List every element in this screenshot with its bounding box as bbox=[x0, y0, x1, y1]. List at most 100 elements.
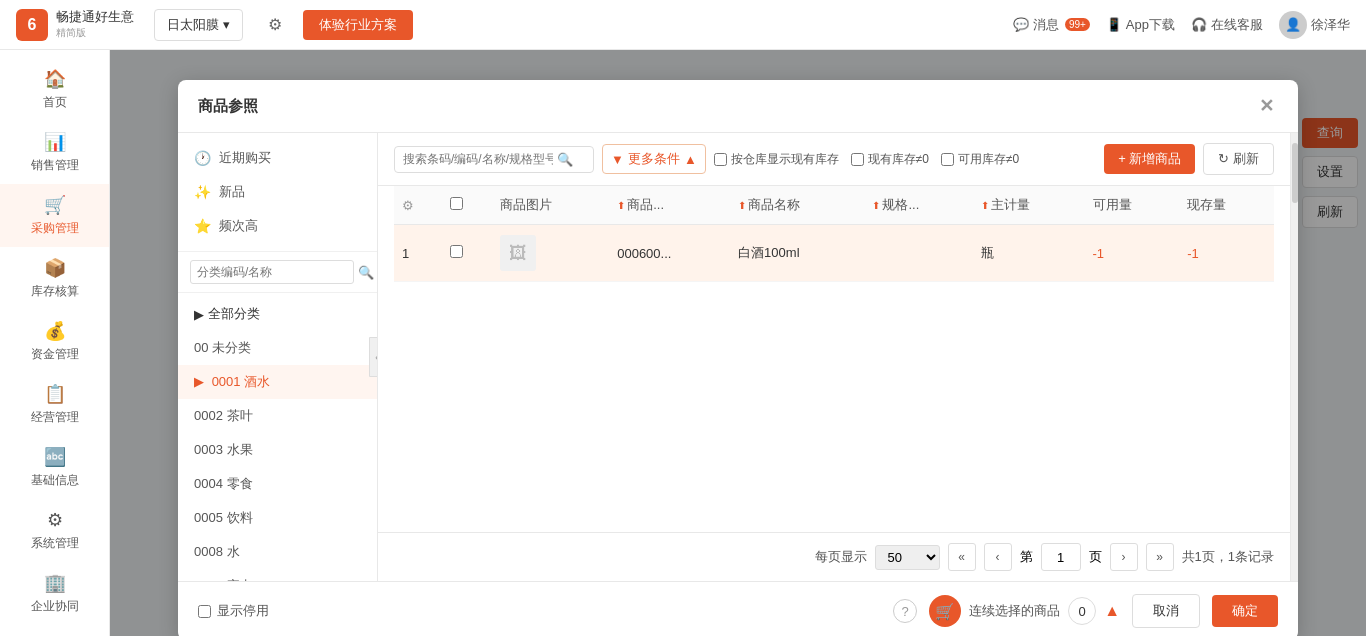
cell-name: 白酒100ml bbox=[730, 225, 864, 282]
left-panel: 🕐 近期购买 ✨ 新品 ⭐ 频次高 bbox=[178, 133, 378, 581]
nav-right: 💬 消息 99+ 📱 App下载 🎧 在线客服 👤 徐泽华 bbox=[1013, 11, 1350, 39]
top-nav: 6 畅捷通好生意 精简版 日太阳膜 ▾ ⚙ 体验行业方案 💬 消息 99+ 📱 … bbox=[0, 0, 1366, 50]
page-last-button[interactable]: » bbox=[1146, 543, 1174, 571]
per-page-select[interactable]: 50 bbox=[875, 545, 940, 570]
modal-close-button[interactable]: ✕ bbox=[1254, 94, 1278, 118]
category-fruit[interactable]: 0003 水果 bbox=[178, 433, 377, 467]
cell-image: 🖼 bbox=[492, 225, 609, 282]
category-appliance[interactable]: 0010 家电 bbox=[178, 569, 377, 581]
sidebar: 🏠 首页 📊 销售管理 🛒 采购管理 📦 库存核算 💰 资金管理 📋 经营管理 … bbox=[0, 50, 110, 636]
sidebar-label-enterprise: 企业协同 bbox=[31, 598, 79, 615]
sidebar-item-enterprise[interactable]: 🏢 企业协同 bbox=[0, 562, 109, 625]
sidebar-item-system[interactable]: ⚙ 系统管理 bbox=[0, 499, 109, 562]
sidebar-label-inventory: 库存核算 bbox=[31, 283, 79, 300]
display-disabled-checkbox[interactable] bbox=[198, 605, 211, 618]
avatar-icon: 👤 bbox=[1279, 11, 1307, 39]
col-check bbox=[442, 186, 492, 225]
modal-overlay: 商品参照 ✕ 🕐 近期购买 ✨ 新 bbox=[110, 50, 1366, 636]
product-search-input[interactable] bbox=[403, 152, 553, 166]
system-icon: ⚙ bbox=[47, 509, 63, 531]
sidebar-label-basic: 基础信息 bbox=[31, 472, 79, 489]
quick-recent[interactable]: 🕐 近期购买 bbox=[178, 141, 377, 175]
checkbox-warehouse[interactable]: 按仓库显示现有库存 bbox=[714, 151, 839, 168]
category-search-input[interactable] bbox=[190, 260, 354, 284]
sales-icon: 📊 bbox=[44, 131, 66, 153]
col-code[interactable]: ⬆ 商品... bbox=[609, 186, 730, 225]
sidebar-item-basic[interactable]: 🔤 基础信息 bbox=[0, 436, 109, 499]
enterprise-icon: 🏢 bbox=[44, 572, 66, 594]
modal-body: 🕐 近期购买 ✨ 新品 ⭐ 频次高 bbox=[178, 133, 1298, 581]
modal-footer: 显示停用 ? 🛒 连续选择的商品 0 ▲ 取消 确定 bbox=[178, 581, 1298, 636]
cart-collapse-icon[interactable]: ▲ bbox=[1104, 602, 1120, 620]
inventory-icon: 📦 bbox=[44, 257, 66, 279]
user-avatar[interactable]: 👤 徐泽华 bbox=[1279, 11, 1350, 39]
headset-icon: 🎧 bbox=[1191, 17, 1207, 32]
nav-selector[interactable]: 日太阳膜 ▾ bbox=[154, 9, 243, 41]
category-water[interactable]: 0008 水 bbox=[178, 535, 377, 569]
sort-unit-icon: ⬆ bbox=[981, 200, 989, 211]
category-all[interactable]: ▶ 全部分类 bbox=[178, 297, 377, 331]
category-liquor[interactable]: ▶ 0001 酒水 bbox=[178, 365, 377, 399]
sidebar-item-purchase[interactable]: 🛒 采购管理 bbox=[0, 184, 109, 247]
category-beverage[interactable]: 0005 饮料 bbox=[178, 501, 377, 535]
category-uncategorized[interactable]: 00 未分类 bbox=[178, 331, 377, 365]
col-image: 商品图片 bbox=[492, 186, 609, 225]
new-icon: ✨ bbox=[194, 184, 211, 200]
more-filter-button[interactable]: ▼ 更多条件 ▲ bbox=[602, 144, 706, 174]
col-unit[interactable]: ⬆ 主计量 bbox=[973, 186, 1085, 225]
page-prev-button[interactable]: ‹ bbox=[984, 543, 1012, 571]
page-number-input[interactable] bbox=[1041, 543, 1081, 571]
logo-icon: 6 bbox=[16, 9, 48, 41]
confirm-button[interactable]: 确定 bbox=[1212, 595, 1278, 627]
panel-collapse-button[interactable]: « bbox=[369, 337, 378, 377]
pagination: 每页显示 50 « ‹ 第 页 › » 共1页，1条记录 bbox=[378, 532, 1290, 581]
sidebar-item-ops[interactable]: 📋 经营管理 bbox=[0, 373, 109, 436]
sidebar-item-sales[interactable]: 📊 销售管理 bbox=[0, 121, 109, 184]
app-download-button[interactable]: 📱 App下载 bbox=[1106, 16, 1175, 34]
table-row[interactable]: 1 🖼 000600... 白酒100ml bbox=[394, 225, 1274, 282]
display-disabled-area: 显示停用 bbox=[198, 602, 269, 620]
nav-center: ⚙ 体验行业方案 bbox=[259, 9, 413, 41]
category-tea[interactable]: 0002 茶叶 bbox=[178, 399, 377, 433]
product-table: ⚙ 商品图片 ⬆ 商品... bbox=[394, 186, 1274, 282]
add-product-button[interactable]: + 新增商品 bbox=[1104, 144, 1195, 174]
checkbox-available-nonzero[interactable]: 可用库存≠0 bbox=[941, 151, 1019, 168]
gear-button[interactable]: ⚙ bbox=[259, 9, 291, 41]
scrollbar-thumb[interactable] bbox=[1292, 143, 1298, 203]
sidebar-item-inventory[interactable]: 📦 库存核算 bbox=[0, 247, 109, 310]
refresh-button[interactable]: ↻ 刷新 bbox=[1203, 143, 1274, 175]
cell-check[interactable] bbox=[442, 225, 492, 282]
sidebar-item-finance[interactable]: 💰 资金管理 bbox=[0, 310, 109, 373]
cart-icon[interactable]: 🛒 bbox=[929, 595, 961, 627]
purchase-icon: 🛒 bbox=[44, 194, 66, 216]
search-icon[interactable]: 🔍 bbox=[557, 152, 573, 167]
checkbox-stock-nonzero[interactable]: 现有库存≠0 bbox=[851, 151, 929, 168]
messages-button[interactable]: 💬 消息 99+ bbox=[1013, 16, 1090, 34]
online-service-button[interactable]: 🎧 在线客服 bbox=[1191, 16, 1263, 34]
sidebar-item-home[interactable]: 🏠 首页 bbox=[0, 58, 109, 121]
home-icon: 🏠 bbox=[44, 68, 66, 90]
page-next-button[interactable]: › bbox=[1110, 543, 1138, 571]
page-first-button[interactable]: « bbox=[948, 543, 976, 571]
logo-text: 畅捷通好生意 bbox=[56, 9, 134, 26]
categories-list: ▶ 全部分类 00 未分类 ▶ 0001 酒水 0002 茶 bbox=[178, 293, 377, 581]
logo-sub: 精简版 bbox=[56, 26, 134, 40]
category-search-icon[interactable]: 🔍 bbox=[358, 265, 374, 280]
col-spec[interactable]: ⬆ 规格... bbox=[864, 186, 972, 225]
quick-frequent[interactable]: ⭐ 频次高 bbox=[178, 209, 377, 243]
scrollbar[interactable] bbox=[1290, 133, 1298, 581]
help-icon[interactable]: ? bbox=[893, 599, 917, 623]
experience-button[interactable]: 体验行业方案 bbox=[303, 10, 413, 40]
quick-new[interactable]: ✨ 新品 bbox=[178, 175, 377, 209]
category-snack[interactable]: 0004 零食 bbox=[178, 467, 377, 501]
col-settings[interactable]: ⚙ bbox=[394, 186, 442, 225]
modal-header: 商品参照 ✕ bbox=[178, 80, 1298, 133]
modal-title: 商品参照 bbox=[198, 97, 258, 116]
sidebar-item-guide[interactable]: 📖 新手引导 bbox=[0, 625, 109, 636]
product-search-box: 🔍 bbox=[394, 146, 594, 173]
col-name[interactable]: ⬆ 商品名称 bbox=[730, 186, 864, 225]
cart-count: 0 bbox=[1068, 597, 1096, 625]
page-suffix: 页 bbox=[1089, 548, 1102, 566]
cell-stock: -1 bbox=[1179, 225, 1274, 282]
cancel-button[interactable]: 取消 bbox=[1132, 594, 1200, 628]
